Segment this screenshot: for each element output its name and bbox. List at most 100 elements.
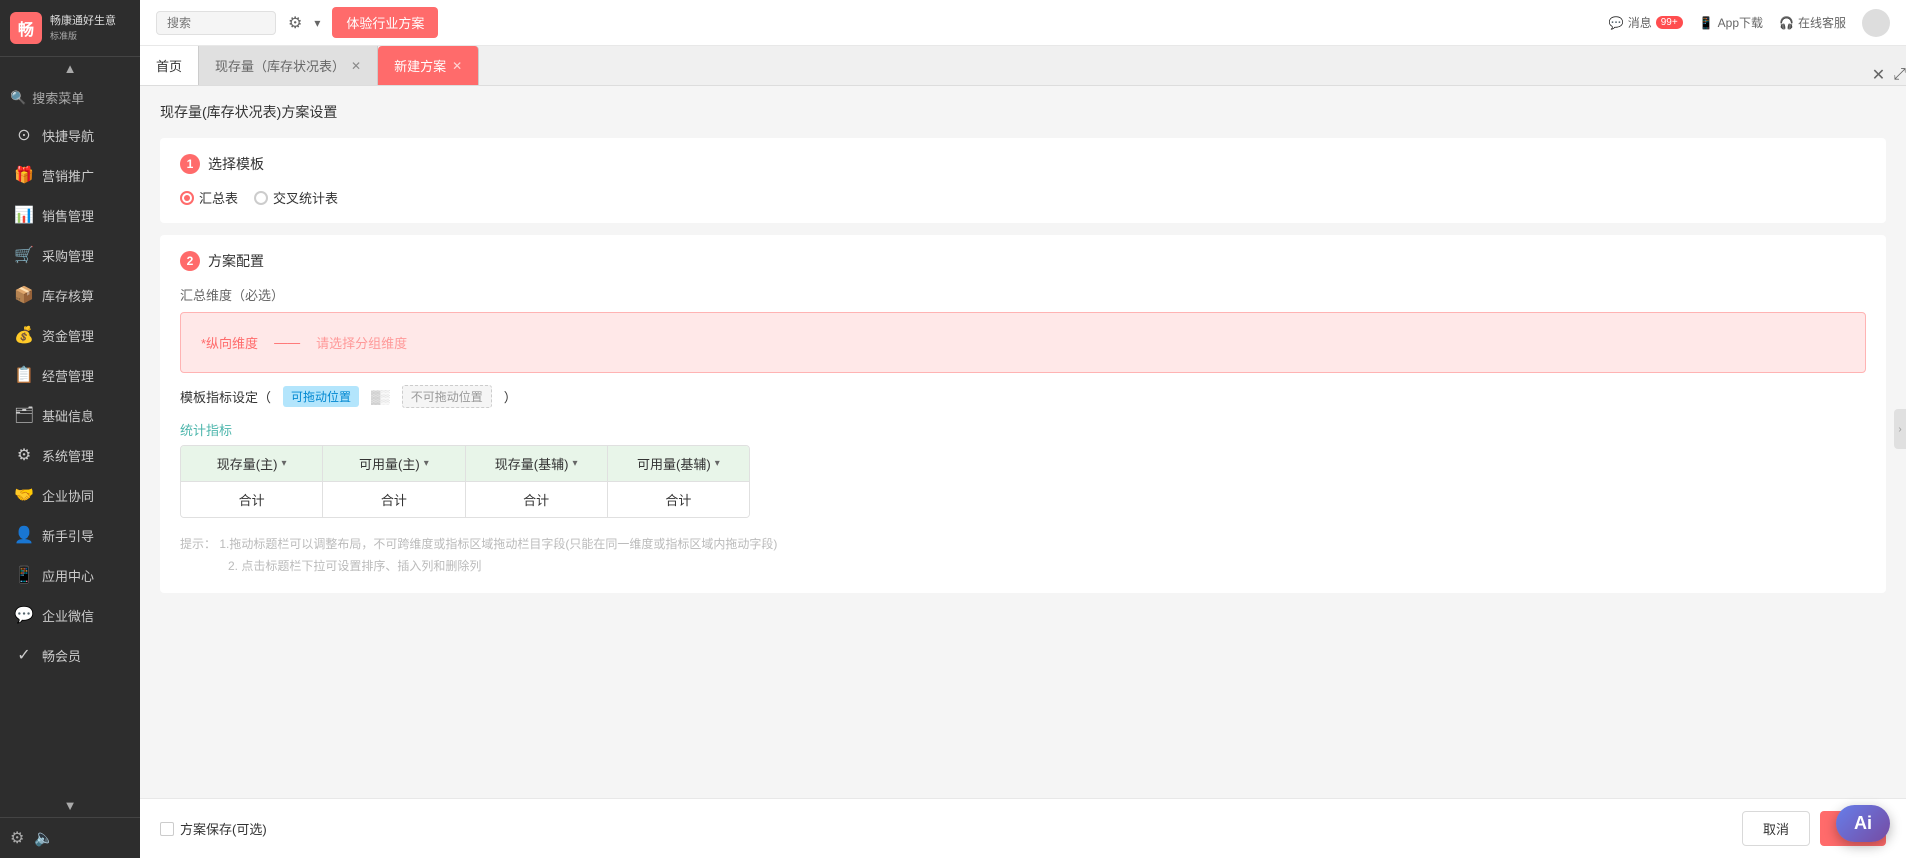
sidebar-item-label-quick-nav: 快捷导航	[42, 126, 94, 145]
new-guide-icon: 👤	[14, 525, 34, 545]
user-avatar[interactable]	[1862, 9, 1890, 37]
template-radio-summary[interactable]: 汇总表	[180, 188, 238, 207]
topbar-settings-icon[interactable]: ⚙	[288, 13, 302, 33]
save-option[interactable]: 方案保存(可选)	[160, 819, 267, 838]
member-icon: ✓	[14, 645, 34, 665]
indicator-separator: ▓▒	[371, 389, 390, 404]
step2-badge: 2	[180, 251, 200, 271]
topbar-brand	[156, 11, 276, 35]
window-close-icon[interactable]: ✕	[1872, 65, 1885, 85]
sidebar-item-system[interactable]: ⚙ 系统管理	[0, 435, 140, 475]
indicator-label-prefix: 模板指标设定（	[180, 387, 271, 406]
step1-label: 选择模板	[208, 154, 264, 174]
tip-2: 2. 点击标题栏下拉可设置排序、插入列和删除列	[180, 556, 1866, 578]
sidebar-item-label-system: 系统管理	[42, 446, 94, 465]
stats-data-cell-2: 合计	[466, 482, 608, 517]
ai-bubble[interactable]: Ai	[1836, 805, 1890, 842]
step2-section: 2 方案配置 汇总维度（必选） *纵向维度 —— 请选择分组维度 模板指标设定（…	[160, 235, 1886, 593]
topbar-right: 💬 消息 99+ 📱 App下载 🎧 在线客服	[1609, 9, 1890, 37]
chevron-down-icon-0: ▾	[281, 458, 286, 469]
sidebar-item-sales[interactable]: 📊 销售管理	[0, 195, 140, 235]
sidebar: 畅 畅康通好生意 标准版 ▲ 🔍 搜索菜单 ⊙ 快捷导航 🎁 营销推广 📊 销售…	[0, 0, 140, 858]
stats-label: 统计指标	[180, 420, 1866, 439]
sidebar-item-enterprise-wechat[interactable]: 💬 企业微信	[0, 595, 140, 635]
stats-header-cell-3[interactable]: 可用量(基辅) ▾	[608, 446, 749, 481]
sidebar-item-purchase[interactable]: 🛒 采购管理	[0, 235, 140, 275]
topbar-online-service[interactable]: 🎧 在线客服	[1779, 14, 1846, 31]
topbar-app-download-label: App下载	[1718, 14, 1763, 31]
topbar-trial-button[interactable]: 体验行业方案	[332, 7, 438, 38]
message-badge: 99+	[1656, 16, 1683, 29]
sidebar-item-inventory[interactable]: 📦 库存核算	[0, 275, 140, 315]
sidebar-item-label-app-center: 应用中心	[42, 566, 94, 585]
stats-header-cell-1[interactable]: 可用量(主) ▾	[323, 446, 465, 481]
tab-new-plan-close[interactable]: ✕	[452, 59, 462, 73]
tabbar: 首页 现存量（库存状况表） ✕ 新建方案 ✕ ✕ ⤢	[140, 46, 1906, 86]
tab-home-label: 首页	[156, 56, 182, 75]
tab-inventory-status-close[interactable]: ✕	[351, 59, 361, 73]
topbar-online-service-label: 在线客服	[1798, 14, 1846, 31]
cancel-button[interactable]: 取消	[1742, 811, 1810, 846]
tab-inventory-status[interactable]: 现存量（库存状况表） ✕	[199, 46, 378, 85]
tab-home[interactable]: 首页	[140, 46, 199, 85]
topbar-message-label: 消息	[1628, 14, 1652, 31]
stats-header-cell-2[interactable]: 现存量(基辅) ▾	[466, 446, 608, 481]
sidebar-item-label-cooperation: 企业协同	[42, 486, 94, 505]
step2-header: 2 方案配置	[180, 251, 1866, 271]
sidebar-item-app-center[interactable]: 📱 应用中心	[0, 555, 140, 595]
stats-data-cell-1: 合计	[323, 482, 465, 517]
step1-section: 1 选择模板 汇总表 交叉统计表	[160, 138, 1886, 223]
stats-data-val-2: 合计	[523, 490, 549, 509]
stats-data-val-0: 合计	[239, 490, 265, 509]
sidebar-item-label-enterprise-wechat: 企业微信	[42, 606, 94, 625]
page-title: 现存量(库存状况表)方案设置	[160, 102, 1886, 122]
template-radio-cross[interactable]: 交叉统计表	[254, 188, 338, 207]
topbar-search-input[interactable]	[156, 11, 276, 35]
sidebar-search-label: 搜索菜单	[32, 88, 84, 107]
stats-data-row: 合计 合计 合计 合计	[181, 481, 749, 517]
dimension-box[interactable]: *纵向维度 —— 请选择分组维度	[180, 312, 1866, 373]
sidebar-item-quick-nav[interactable]: ⊙ 快捷导航	[0, 115, 140, 155]
topbar-app-download[interactable]: 📱 App下载	[1699, 14, 1763, 31]
stats-col0-label: 现存量(主)	[217, 454, 278, 473]
content: 现存量(库存状况表)方案设置 1 选择模板 汇总表 交叉统计表 2	[140, 86, 1906, 798]
sidebar-item-label-marketing: 营销推广	[42, 166, 94, 185]
tips-box: 提示： 1.拖动标题栏可以调整布局，不可跨维度或指标区域拖动栏目字段(只能在同一…	[180, 534, 1866, 577]
sidebar-item-operations[interactable]: 📋 经营管理	[0, 355, 140, 395]
topbar-dropdown-icon[interactable]: ▾	[314, 16, 320, 30]
tab-new-plan[interactable]: 新建方案 ✕	[378, 46, 479, 85]
logo-text-block: 畅康通好生意 标准版	[50, 14, 116, 42]
speaker-icon[interactable]: 🔈	[34, 828, 54, 848]
sidebar-search[interactable]: 🔍 搜索菜单	[0, 80, 140, 115]
sidebar-logo: 畅 畅康通好生意 标准版	[0, 0, 140, 57]
template-radio-group: 汇总表 交叉统计表	[180, 188, 1866, 207]
sidebar-item-label-new-guide: 新手引导	[42, 526, 94, 545]
sidebar-item-cooperation[interactable]: 🤝 企业协同	[0, 475, 140, 515]
indicator-label-suffix: ）	[504, 387, 517, 406]
topbar-message[interactable]: 💬 消息 99+	[1609, 14, 1683, 31]
sidebar-item-member[interactable]: ✓ 畅会员	[0, 635, 140, 675]
cooperation-icon: 🤝	[14, 485, 34, 505]
stats-header-cell-0[interactable]: 现存量(主) ▾	[181, 446, 323, 481]
stats-col1-label: 可用量(主)	[359, 454, 420, 473]
search-icon: 🔍	[10, 90, 26, 106]
window-expand-icon[interactable]: ⤢	[1893, 66, 1906, 84]
main: ⚙ ▾ 体验行业方案 💬 消息 99+ 📱 App下载 🎧 在线客服 首页	[140, 0, 1906, 858]
indicator-row: 模板指标设定（ 可拖动位置 ▓▒ 不可拖动位置 ）	[180, 385, 1866, 408]
tab-inventory-status-label: 现存量（库存状况表）	[215, 56, 345, 75]
sidebar-item-new-guide[interactable]: 👤 新手引导	[0, 515, 140, 555]
dimension-placeholder: 请选择分组维度	[316, 333, 407, 352]
chevron-down-icon-2: ▾	[572, 458, 577, 469]
settings-icon[interactable]: ⚙	[10, 828, 24, 848]
sidebar-item-marketing[interactable]: 🎁 营销推广	[0, 155, 140, 195]
template-cross-label: 交叉统计表	[273, 188, 338, 207]
sidebar-scroll-up[interactable]: ▲	[0, 57, 140, 80]
sidebar-item-base-info[interactable]: 🗂 基础信息	[0, 395, 140, 435]
tab-new-plan-label: 新建方案	[394, 56, 446, 75]
stats-data-val-1: 合计	[381, 490, 407, 509]
right-expand-button[interactable]: ›	[1894, 409, 1906, 449]
sidebar-item-finance[interactable]: 💰 资金管理	[0, 315, 140, 355]
sidebar-scroll-down[interactable]: ▼	[0, 794, 140, 817]
dimension-vertical-label: *纵向维度	[201, 333, 258, 352]
save-checkbox[interactable]	[160, 822, 174, 836]
